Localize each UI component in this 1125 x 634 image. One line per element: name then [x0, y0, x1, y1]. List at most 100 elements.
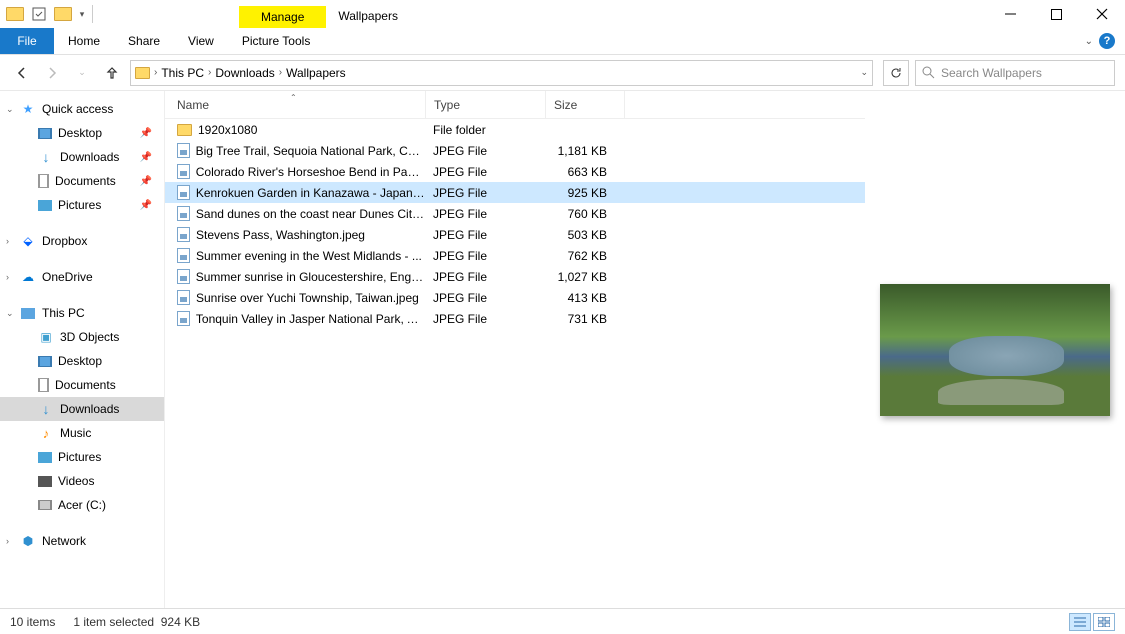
- file-type: JPEG File: [425, 270, 545, 284]
- nav-pc-item[interactable]: Desktop: [0, 349, 164, 373]
- image-file-icon: [177, 248, 190, 263]
- ribbon-expand-button[interactable]: ⌄: [1085, 36, 1093, 47]
- status-item-count: 10 items: [10, 615, 55, 629]
- folder-icon: [135, 67, 150, 79]
- nav-pc-item[interactable]: Acer (C:): [0, 493, 164, 517]
- separator: [92, 5, 93, 23]
- recent-dropdown-button[interactable]: ⌄: [70, 61, 94, 85]
- nav-pc-item[interactable]: ♪Music: [0, 421, 164, 445]
- nav-item-label: Videos: [58, 474, 94, 488]
- nav-item-label: Desktop: [58, 354, 102, 368]
- pic-icon: [38, 452, 52, 463]
- chevron-right-icon[interactable]: ›: [154, 67, 157, 78]
- forward-button[interactable]: [40, 61, 64, 85]
- nav-quick-access[interactable]: ⌄★Quick access: [0, 97, 164, 121]
- pin-icon: 📌: [140, 128, 152, 139]
- nav-pc-item[interactable]: Pictures: [0, 445, 164, 469]
- tab-home[interactable]: Home: [54, 28, 114, 54]
- nav-network[interactable]: ›⬢Network: [0, 529, 164, 553]
- nav-dropbox[interactable]: ›⬙Dropbox: [0, 229, 164, 253]
- status-bar: 10 items 1 item selected 924 KB: [0, 608, 1125, 634]
- nav-item-label: Documents: [55, 174, 116, 188]
- 3d-icon: ▣: [38, 329, 54, 345]
- doc-icon: [38, 174, 49, 188]
- nav-quick-item[interactable]: Documents📌: [0, 169, 164, 193]
- qat-properties-button[interactable]: [28, 3, 50, 25]
- tab-view[interactable]: View: [174, 28, 228, 54]
- window-title: Wallpapers: [326, 4, 410, 28]
- address-dropdown-button[interactable]: ⌄: [860, 67, 868, 78]
- file-size: 762 KB: [545, 249, 617, 263]
- view-details-button[interactable]: [1069, 613, 1091, 631]
- tab-file[interactable]: File: [0, 28, 54, 54]
- file-row[interactable]: Summer evening in the West Midlands - ..…: [165, 245, 865, 266]
- file-type: JPEG File: [425, 249, 545, 263]
- tab-picture-tools[interactable]: Picture Tools: [228, 28, 324, 54]
- nav-onedrive[interactable]: ›☁OneDrive: [0, 265, 164, 289]
- nav-item-label: Downloads: [60, 402, 119, 416]
- image-file-icon: [177, 206, 190, 221]
- folder-icon: [177, 124, 192, 136]
- image-file-icon: [177, 185, 190, 200]
- breadcrumb-this-pc[interactable]: This PC: [161, 66, 204, 80]
- up-button[interactable]: [100, 61, 124, 85]
- file-row[interactable]: Tonquin Valley in Jasper National Park, …: [165, 308, 865, 329]
- search-input[interactable]: Search Wallpapers: [915, 60, 1115, 86]
- desk-icon: [38, 128, 52, 139]
- image-file-icon: [177, 311, 190, 326]
- ribbon-tabs: File Home Share View Picture Tools ⌄ ?: [0, 28, 1125, 55]
- image-file-icon: [177, 143, 190, 158]
- preview-image: [880, 284, 1110, 416]
- close-button[interactable]: [1079, 0, 1125, 28]
- nav-quick-item[interactable]: Desktop 📌: [0, 121, 164, 145]
- file-type: JPEG File: [425, 312, 545, 326]
- chevron-right-icon[interactable]: ›: [279, 67, 282, 78]
- file-row[interactable]: Big Tree Trail, Sequoia National Park, C…: [165, 140, 865, 161]
- breadcrumb-downloads[interactable]: Downloads: [215, 66, 274, 80]
- file-name: 1920x1080: [198, 123, 257, 137]
- file-row[interactable]: Stevens Pass, Washington.jpegJPEG File50…: [165, 224, 865, 245]
- file-row[interactable]: Kenrokuen Garden in Kanazawa - Japan.j..…: [165, 182, 865, 203]
- image-file-icon: [177, 269, 190, 284]
- music-icon: ♪: [38, 425, 54, 441]
- file-row[interactable]: Summer sunrise in Gloucestershire, Engla…: [165, 266, 865, 287]
- file-row[interactable]: Colorado River's Horseshoe Bend in Page.…: [165, 161, 865, 182]
- vid-icon: [38, 476, 52, 487]
- back-button[interactable]: [10, 61, 34, 85]
- view-large-icons-button[interactable]: [1093, 613, 1115, 631]
- nav-item-label: Documents: [55, 378, 116, 392]
- refresh-button[interactable]: [883, 60, 909, 86]
- nav-pc-item[interactable]: ▣ 3D Objects: [0, 325, 164, 349]
- file-name: Stevens Pass, Washington.jpeg: [196, 228, 365, 242]
- tab-share[interactable]: Share: [114, 28, 174, 54]
- nav-quick-item[interactable]: Pictures📌: [0, 193, 164, 217]
- nav-item-label: Desktop: [58, 126, 102, 140]
- file-type: JPEG File: [425, 207, 545, 221]
- nav-pc-item[interactable]: Documents: [0, 373, 164, 397]
- column-header-type[interactable]: Type: [425, 91, 545, 118]
- address-bar[interactable]: › This PC › Downloads › Wallpapers ⌄: [130, 60, 873, 86]
- context-tab-manage[interactable]: Manage: [239, 6, 326, 28]
- file-row[interactable]: Sunrise over Yuchi Township, Taiwan.jpeg…: [165, 287, 865, 308]
- minimize-button[interactable]: [987, 0, 1033, 28]
- cloud-icon: ☁: [20, 269, 36, 285]
- maximize-button[interactable]: [1033, 0, 1079, 28]
- help-button[interactable]: ?: [1099, 33, 1115, 49]
- status-selection: 1 item selected 924 KB: [73, 615, 200, 629]
- nav-quick-item[interactable]: ↓Downloads📌: [0, 145, 164, 169]
- file-row[interactable]: 1920x1080File folder: [165, 119, 865, 140]
- nav-item-label: 3D Objects: [60, 330, 119, 344]
- chevron-right-icon[interactable]: ›: [208, 67, 211, 78]
- image-file-icon: [177, 227, 190, 242]
- nav-pc-item[interactable]: ↓Downloads: [0, 397, 164, 421]
- nav-this-pc[interactable]: ⌄This PC: [0, 301, 164, 325]
- file-size: 663 KB: [545, 165, 617, 179]
- doc-icon: [38, 378, 49, 392]
- nav-pc-item[interactable]: Videos: [0, 469, 164, 493]
- file-row[interactable]: Sand dunes on the coast near Dunes City.…: [165, 203, 865, 224]
- column-header-size[interactable]: Size: [545, 91, 625, 118]
- breadcrumb-wallpapers[interactable]: Wallpapers: [286, 66, 346, 80]
- file-type: JPEG File: [425, 291, 545, 305]
- qat-dropdown-button[interactable]: ▾: [76, 3, 88, 25]
- file-type: JPEG File: [425, 228, 545, 242]
